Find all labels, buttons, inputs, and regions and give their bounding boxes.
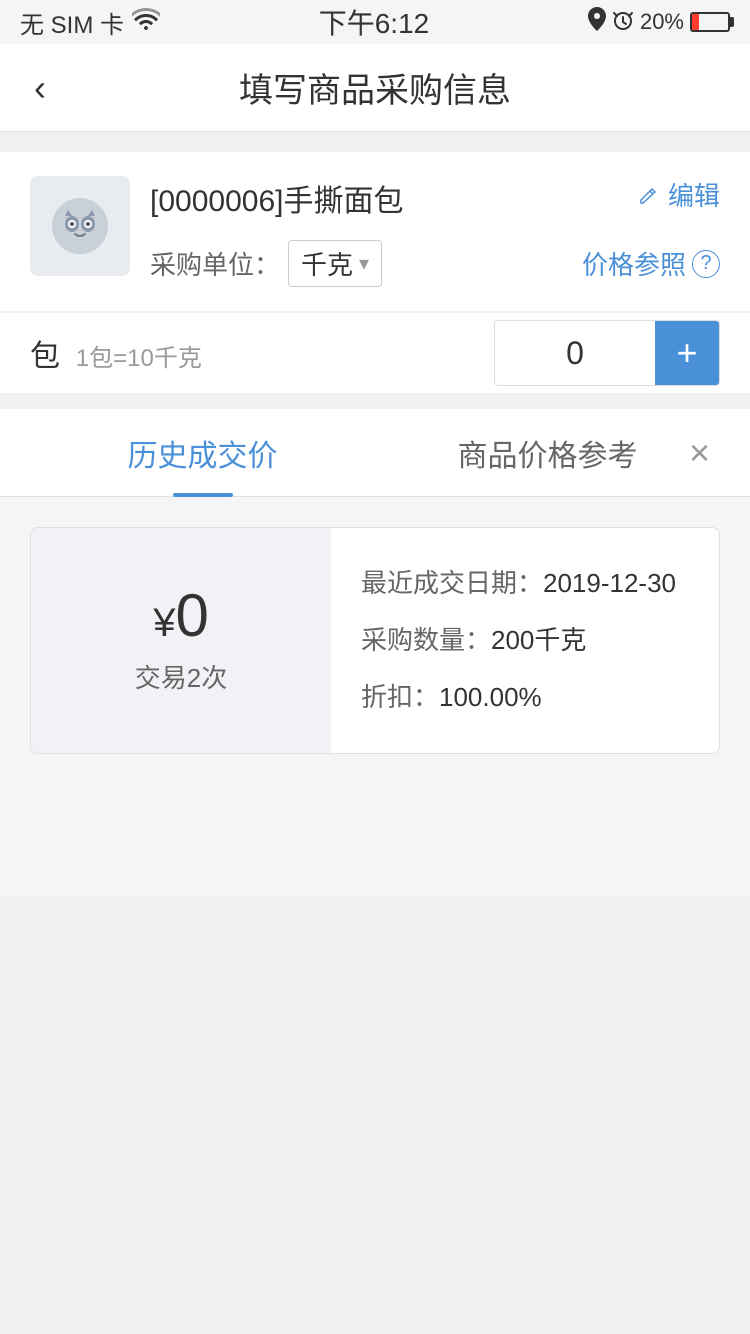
- unit-label: 采购单位：: [150, 245, 280, 282]
- price-amount: ¥0: [153, 586, 209, 646]
- purchase-qty-label: 采购数量：: [361, 625, 491, 655]
- battery-icon: [690, 12, 730, 32]
- tab-history-price[interactable]: 历史成交价: [30, 409, 375, 497]
- help-icon: ?: [692, 250, 720, 278]
- unit-select[interactable]: 千克 ▾: [288, 240, 382, 287]
- trade-count: 交易2次: [135, 658, 227, 695]
- product-header: [0000006]手撕面包 编辑: [150, 176, 720, 220]
- price-details: 最近成交日期：2019-12-30 采购数量：200千克 折扣：100.00%: [331, 528, 719, 753]
- nav-bar: ‹ 填写商品采购信息: [0, 44, 750, 132]
- tabs-bar: 历史成交价 商品价格参考 ×: [0, 409, 750, 497]
- tabs-close-button[interactable]: ×: [679, 422, 720, 484]
- product-unit-row: 采购单位： 千克 ▾ 价格参照 ?: [150, 240, 720, 287]
- quantity-section: 包 1包=10千克 +: [0, 313, 750, 393]
- discount-row: 折扣：100.00%: [361, 678, 689, 717]
- edit-button[interactable]: 编辑: [638, 176, 720, 213]
- location-icon: [588, 7, 606, 37]
- quantity-input[interactable]: [495, 321, 655, 385]
- carrier-text: 无 SIM 卡: [20, 5, 124, 40]
- discount-label: 折扣：: [361, 682, 439, 712]
- quantity-label-area: 包 1包=10千克: [30, 331, 202, 375]
- price-summary: ¥0 交易2次: [31, 528, 331, 753]
- product-info: [0000006]手撕面包 编辑 采购单位： 千克 ▾ 价格参照 ?: [150, 176, 720, 287]
- purchase-qty-value: 200千克: [491, 625, 586, 655]
- purchase-qty-row: 采购数量：200千克: [361, 621, 689, 660]
- quantity-unit-label: 包: [30, 340, 60, 373]
- wifi-icon: [132, 8, 160, 37]
- quantity-plus-button[interactable]: +: [655, 321, 719, 385]
- status-left: 无 SIM 卡: [20, 5, 160, 40]
- page-title: 填写商品采购信息: [239, 63, 511, 112]
- content-area: ¥0 交易2次 最近成交日期：2019-12-30 采购数量：200千克 折扣：…: [0, 497, 750, 897]
- price-ref-button[interactable]: 价格参照 ?: [582, 245, 720, 282]
- alarm-icon: [612, 8, 634, 36]
- price-card: ¥0 交易2次 最近成交日期：2019-12-30 采购数量：200千克 折扣：…: [30, 527, 720, 754]
- status-right: 20%: [588, 7, 730, 37]
- back-button[interactable]: ‹: [24, 57, 56, 119]
- recent-date-label: 最近成交日期：: [361, 568, 543, 598]
- status-bar: 无 SIM 卡 下午6:12 20%: [0, 0, 750, 44]
- quantity-control: +: [494, 320, 720, 386]
- battery-percent: 20%: [640, 9, 684, 35]
- recent-date-row: 最近成交日期：2019-12-30: [361, 564, 689, 603]
- time-display: 下午6:12: [319, 2, 430, 42]
- recent-date-value: 2019-12-30: [543, 568, 676, 598]
- tab-product-price-ref[interactable]: 商品价格参考: [375, 409, 720, 497]
- product-card: [0000006]手撕面包 编辑 采购单位： 千克 ▾ 价格参照 ?: [0, 152, 750, 311]
- product-thumbnail: [30, 176, 130, 276]
- quantity-sub-label: 1包=10千克: [76, 345, 202, 372]
- tab-active-underline: [173, 493, 233, 497]
- chevron-down-icon: ▾: [359, 251, 369, 276]
- discount-value: 100.00%: [439, 682, 542, 712]
- product-name: [0000006]手撕面包: [150, 176, 403, 220]
